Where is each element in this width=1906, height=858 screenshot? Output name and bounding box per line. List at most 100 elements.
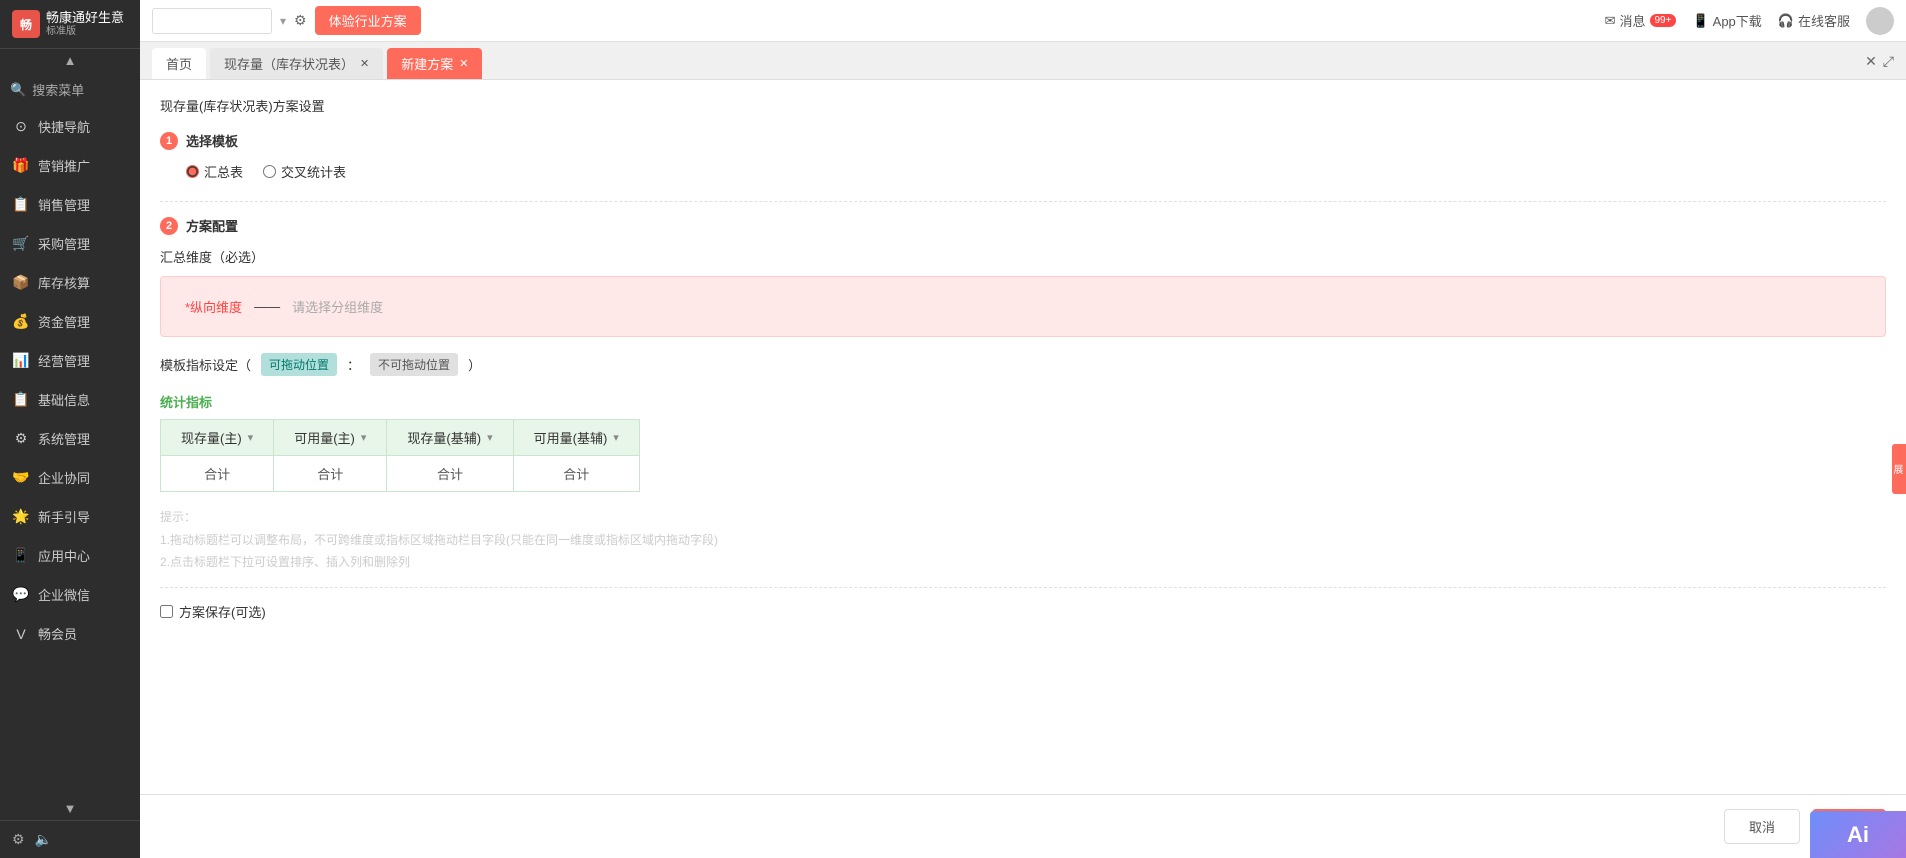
tips-item-0: 1.拖动标题栏可以调整布局，不可跨维度或指标区域拖动栏目字段(只能在同一维度或指… (160, 531, 1886, 549)
wechat-icon: 💬 (12, 586, 30, 603)
headset-icon: 🎧 (1778, 13, 1794, 29)
sidebar-item-quick-nav[interactable]: ⊙ 快捷导航 (0, 107, 140, 146)
section2-header: 2 方案配置 (160, 216, 1886, 235)
tab-new-plan[interactable]: 新建方案 ✕ (387, 48, 482, 79)
chevron-down-icon[interactable]: ▾ (280, 14, 286, 28)
scroll-down-btn[interactable]: ▼ (0, 797, 140, 820)
cell-0-0: 合计 (161, 456, 274, 492)
inventory-icon: 📦 (12, 274, 30, 291)
close-window-btn[interactable]: ✕ (1865, 53, 1877, 70)
user-avatar[interactable] (1866, 7, 1894, 35)
col2-chevron[interactable]: ▾ (487, 431, 493, 444)
plan-config: 汇总维度（必选） *纵向维度 —— 请选择分组维度 模板指标设定（ 可拖动位置 … (160, 247, 1886, 492)
finance-icon: 💰 (12, 313, 30, 330)
app-download-btn[interactable]: 📱 App下载 (1692, 11, 1761, 30)
search-icon: 🔍 (10, 82, 26, 98)
cell-0-3: 合计 (513, 456, 639, 492)
bottombar: 取消 查询 (140, 794, 1906, 858)
ai-assistant-btn[interactable]: Ai (1810, 811, 1906, 858)
purchase-icon: 🛒 (12, 235, 30, 252)
col1-chevron[interactable]: ▾ (361, 431, 367, 444)
sidebar-item-wechat[interactable]: 💬 企业微信 (0, 575, 140, 614)
radio-cross[interactable] (263, 165, 276, 178)
sidebar-item-enterprise[interactable]: 🤝 企业协同 (0, 458, 140, 497)
sidebar-item-member[interactable]: V 畅会员 (0, 614, 140, 653)
sidebar-item-newbie[interactable]: 🌟 新手引导 (0, 497, 140, 536)
sidebar-item-sales[interactable]: 📋 销售管理 (0, 185, 140, 224)
col-header-0[interactable]: 现存量(主) ▾ (161, 420, 274, 456)
dimension-row: *纵向维度 —— 请选择分组维度 (185, 297, 1861, 316)
scroll-up-btn[interactable]: ▲ (0, 49, 140, 72)
volume-icon[interactable]: 🔈 (35, 831, 52, 848)
tab-inventory-status[interactable]: 现存量（库存状况表） ✕ (210, 48, 383, 79)
col0-chevron[interactable]: ▾ (248, 431, 254, 444)
settings-icon[interactable]: ⚙ (12, 831, 25, 848)
sidebar-item-finance[interactable]: 💰 资金管理 (0, 302, 140, 341)
sidebar-search[interactable]: 🔍 搜索菜单 (0, 72, 140, 107)
page-title: 现存量(库存状况表)方案设置 (160, 96, 1886, 115)
sidebar-item-inventory[interactable]: 📦 库存核算 (0, 263, 140, 302)
expand-window-btn[interactable]: ⤢ (1883, 53, 1894, 70)
stats-label: 统计指标 (160, 392, 1886, 411)
dimension-label: 汇总维度（必选） (160, 247, 1886, 266)
indicator-settings: 模板指标设定（ 可拖动位置 ： 不可拖动位置 ） (160, 353, 1886, 376)
gear-icon[interactable]: ⚙ (294, 12, 307, 29)
tabbar: 首页 现存量（库存状况表） ✕ 新建方案 ✕ ✕ ⤢ (140, 42, 1906, 80)
section1-title: 选择模板 (186, 131, 238, 150)
stats-table: 现存量(主) ▾ 可用量(主) ▾ (160, 419, 640, 492)
search-input[interactable] (152, 8, 272, 34)
radio-summary[interactable] (186, 165, 199, 178)
app-logo: 畅 畅康通好生意 标准版 (0, 0, 140, 49)
table-row: 合计 合计 合计 合计 (161, 456, 640, 492)
dimension-placeholder[interactable]: 请选择分组维度 (292, 297, 383, 316)
tab-inventory-close[interactable]: ✕ (360, 57, 369, 70)
app-center-icon: 📱 (12, 547, 30, 564)
option-summary[interactable]: 汇总表 (186, 162, 243, 181)
stats-section: 统计指标 现存量(主) ▾ (160, 392, 1886, 492)
cell-0-2: 合计 (387, 456, 513, 492)
tag-fixed: 不可拖动位置 (370, 353, 458, 376)
quick-nav-icon: ⊙ (12, 118, 30, 135)
option-cross[interactable]: 交叉统计表 (263, 162, 346, 181)
topbar-right: ✉ 消息 99+ 📱 App下载 🎧 在线客服 (1605, 7, 1894, 35)
logo-icon: 畅 (12, 10, 40, 38)
template-options: 汇总表 交叉统计表 (186, 162, 1886, 181)
topbar: ▾ ⚙ 体验行业方案 ✉ 消息 99+ 📱 App下载 🎧 在线客服 (140, 0, 1906, 42)
tab-new-plan-close[interactable]: ✕ (459, 57, 468, 70)
sidebar: 畅 畅康通好生意 标准版 ▲ 🔍 搜索菜单 ⊙ 快捷导航 🎁 营销推广 📋 销售… (0, 0, 140, 858)
phone-icon: 📱 (1692, 13, 1708, 29)
topbar-left: ▾ ⚙ 体验行业方案 (152, 6, 421, 35)
industry-btn[interactable]: 体验行业方案 (315, 6, 421, 35)
sidebar-item-system[interactable]: ⚙ 系统管理 (0, 419, 140, 458)
customer-service-btn[interactable]: 🎧 在线客服 (1778, 11, 1850, 30)
section1-num: 1 (160, 132, 178, 150)
cancel-button[interactable]: 取消 (1724, 809, 1800, 844)
dimension-required: *纵向维度 (185, 297, 242, 316)
col-header-1[interactable]: 可用量(主) ▾ (274, 420, 387, 456)
system-icon: ⚙ (12, 430, 30, 447)
marketing-icon: 🎁 (12, 157, 30, 174)
cell-0-1: 合计 (274, 456, 387, 492)
save-checkbox[interactable] (160, 605, 173, 618)
newbie-icon: 🌟 (12, 508, 30, 525)
message-icon: ✉ (1605, 13, 1616, 29)
section1-header: 1 选择模板 (160, 131, 1886, 150)
right-edge-btn[interactable]: 展 (1892, 444, 1906, 494)
messages-btn[interactable]: ✉ 消息 99+ (1605, 11, 1677, 30)
sidebar-item-basic-info[interactable]: 📋 基础信息 (0, 380, 140, 419)
save-option: 方案保存(可选) (160, 602, 1886, 621)
sidebar-item-app-center[interactable]: 📱 应用中心 (0, 536, 140, 575)
section2-title: 方案配置 (186, 216, 238, 235)
col3-chevron[interactable]: ▾ (613, 431, 619, 444)
tips-item-1: 2.点击标题栏下拉可设置排序、插入列和删除列 (160, 553, 1886, 571)
sidebar-item-operations[interactable]: 📊 经营管理 (0, 341, 140, 380)
tips-section: 提示： 1.拖动标题栏可以调整布局，不可跨维度或指标区域拖动栏目字段(只能在同一… (160, 508, 1886, 571)
tab-home[interactable]: 首页 (152, 48, 206, 79)
col-header-3[interactable]: 可用量(基辅) ▾ (513, 420, 639, 456)
col-header-2[interactable]: 现存量(基辅) ▾ (387, 420, 513, 456)
sidebar-item-marketing[interactable]: 🎁 营销推广 (0, 146, 140, 185)
sidebar-item-purchase[interactable]: 🛒 采购管理 (0, 224, 140, 263)
section2-num: 2 (160, 217, 178, 235)
enterprise-icon: 🤝 (12, 469, 30, 486)
content-area: 现存量(库存状况表)方案设置 1 选择模板 汇总表 交叉统计表 2 (140, 80, 1906, 794)
